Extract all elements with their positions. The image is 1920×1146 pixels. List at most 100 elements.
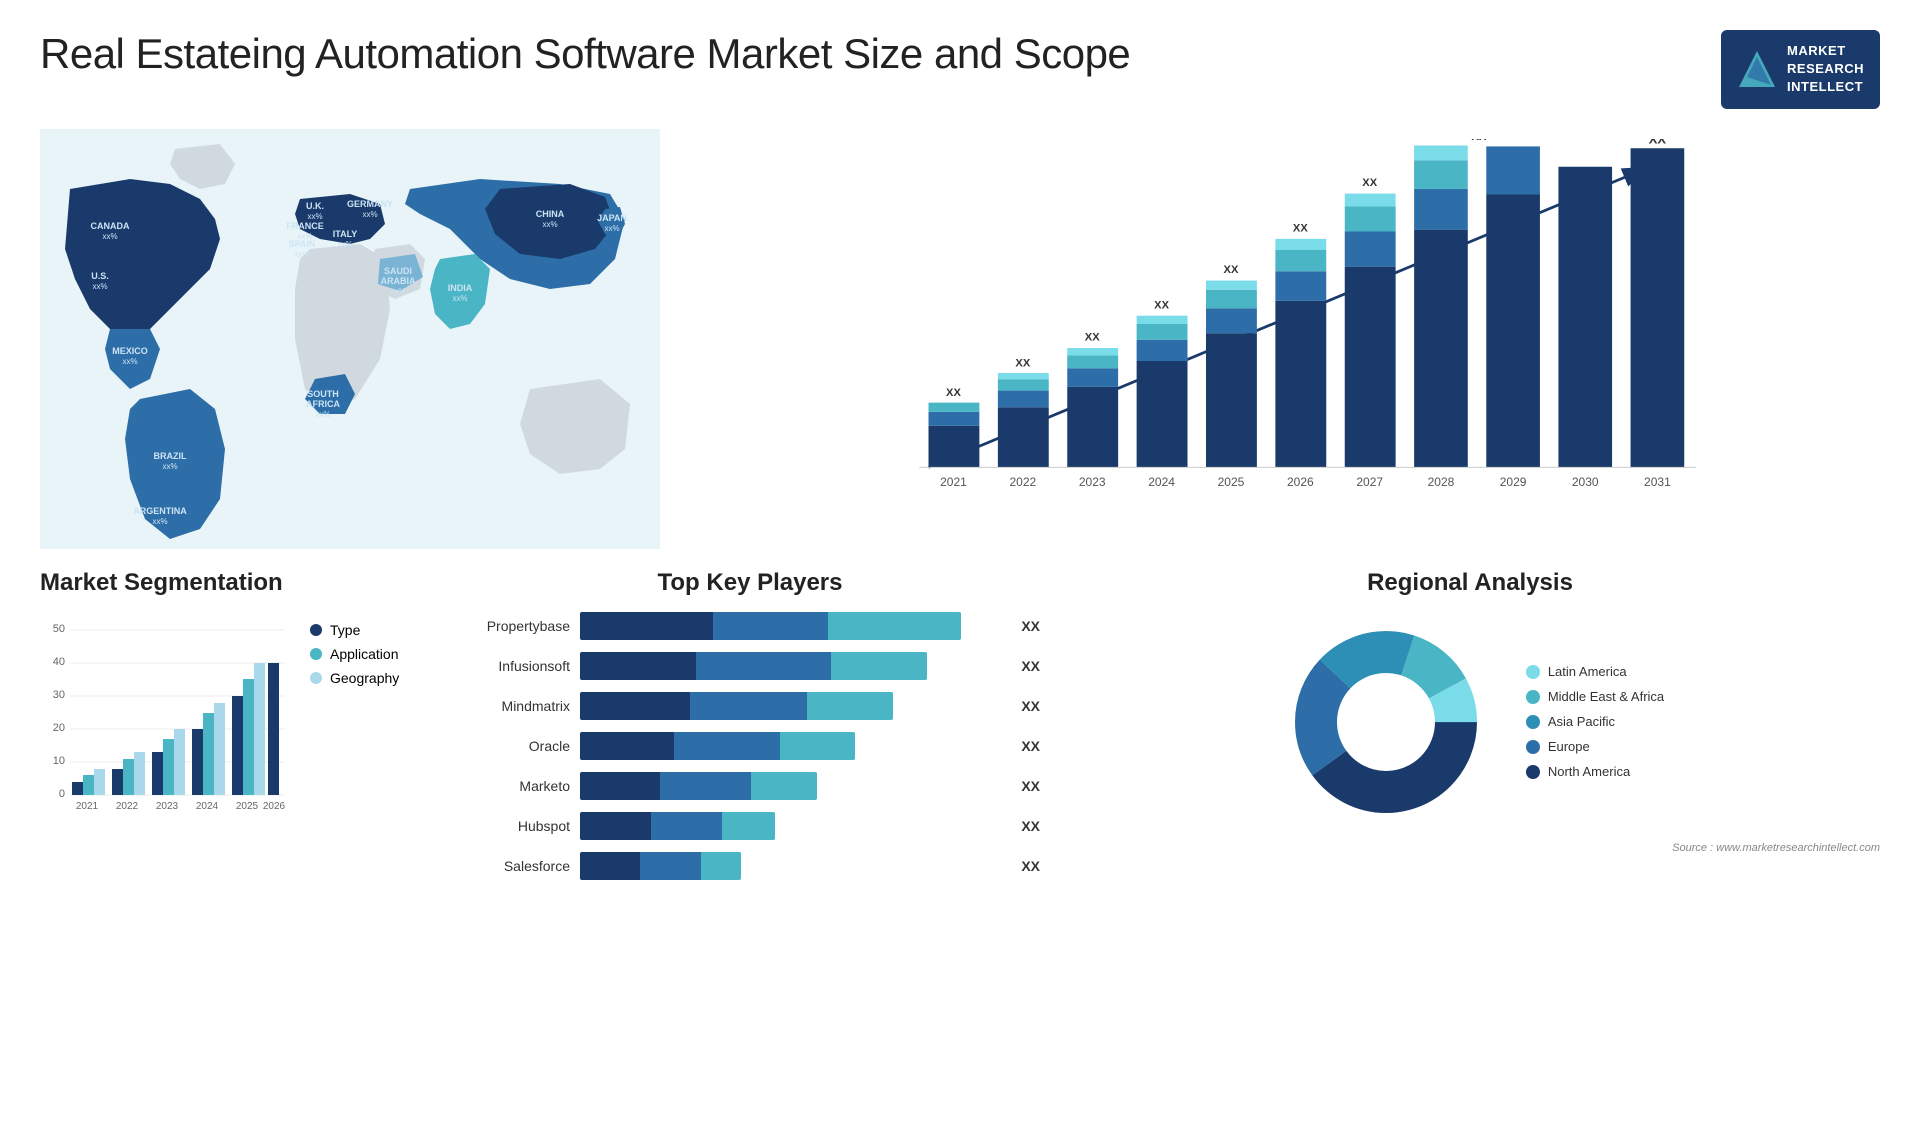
seg-legend-app: Application [310,646,399,662]
bar-2026-seg4 [1275,238,1326,249]
geo-dot [310,672,322,684]
seg-y50: 50 [53,623,65,635]
bar-seg2-salesforce [640,852,700,880]
southafrica-label2: AFRICA [306,399,340,409]
bar-2027-seg4 [1345,193,1396,206]
player-val-hubspot: XX [1021,818,1040,834]
latam-label: Latin America [1548,664,1627,679]
year-2024: 2024 [1148,474,1175,488]
segmentation-section: Market Segmentation 0 10 20 30 40 50 [40,569,440,1115]
player-name-marketo: Marketo [460,778,570,794]
year-2027: 2027 [1356,474,1383,488]
bar-seg3-marketo [751,772,817,800]
bar-seg2-propertybase [713,612,827,640]
donut-chart [1276,612,1496,832]
legend-asia: Asia Pacific [1526,714,1664,729]
seg-2024-app [203,713,214,795]
japan-pct: xx% [604,224,619,233]
asia-label: Asia Pacific [1548,714,1615,729]
seg-2022-app [123,759,134,795]
bar-2022-seg2 [998,390,1049,407]
asia-dot [1526,715,1540,729]
year-2029: 2029 [1500,474,1527,488]
bar-2026-seg1 [1275,300,1326,467]
bar-2024-seg1 [1137,361,1188,467]
bar-2022-seg4 [998,373,1049,379]
germany-pct: xx% [362,210,377,219]
regional-section: Regional Analysis [1060,569,1880,1115]
bar-seg3-salesforce [701,852,741,880]
type-label: Type [330,622,360,638]
bar-2021-seg1 [929,425,980,467]
bar-2029-seg1 [1486,194,1540,467]
seg-x-2026: 2026 [263,801,286,812]
bar-2021-seg2 [929,411,980,425]
seg-2025-type [232,696,243,795]
player-propertybase: Propertybase XX [460,612,1040,640]
val-2025: XX [1224,264,1239,276]
bar-2027-seg3 [1345,206,1396,231]
spain-label: SPAIN [289,239,316,249]
year-2031: 2031 [1644,474,1671,488]
seg-2023-type [152,752,163,795]
seg-y20: 20 [53,722,65,734]
player-val-oracle: XX [1021,738,1040,754]
main-grid: CANADA xx% U.S. xx% MEXICO xx% BRAZIL xx… [40,129,1880,1115]
player-val-infusionsoft: XX [1021,658,1040,674]
seg-2023-app [163,739,174,795]
bar-2031-seg1 [1631,148,1685,467]
val-2021: XX [946,387,961,399]
uk-pct: xx% [307,212,322,221]
spain-pct: xx% [294,250,309,259]
world-map: CANADA xx% U.S. xx% MEXICO xx% BRAZIL xx… [40,129,660,549]
bar-seg1-oracle [580,732,674,760]
players-title: Top Key Players [460,569,1040,597]
val-2023: XX [1085,331,1100,343]
seg-legend: Type Application Geography [310,622,399,686]
uk-label: U.K. [306,201,324,211]
player-name-salesforce: Salesforce [460,858,570,874]
saudi-label2: ARABIA [381,276,416,286]
bar-seg2-marketo [660,772,751,800]
player-val-salesforce: XX [1021,858,1040,874]
saudi-label: SAUDI [384,266,412,276]
year-2030: 2030 [1572,474,1599,488]
app-label: Application [330,646,399,662]
seg-x-2025: 2025 [236,801,259,812]
player-name-hubspot: Hubspot [460,818,570,834]
bar-2023-seg3 [1067,355,1118,368]
us-pct: xx% [92,282,107,291]
player-name-oracle: Oracle [460,738,570,754]
seg-2022-geo [134,752,145,795]
bar-2023-seg1 [1067,386,1118,466]
map-svg: CANADA xx% U.S. xx% MEXICO xx% BRAZIL xx… [40,129,660,549]
bar-seg1-infusionsoft [580,652,696,680]
player-bar-infusionsoft [580,652,1003,680]
bar-2027-seg2 [1345,231,1396,266]
seg-2025-geo [254,663,265,795]
italy-label: ITALY [333,229,358,239]
seg-2026-type [268,663,279,795]
main-bar-chart: 2021 XX 2022 XX 2023 XX [700,139,1860,509]
bar-seg1-mindmatrix [580,692,690,720]
year-2022: 2022 [1009,474,1036,488]
seg-x-2022: 2022 [116,801,139,812]
seg-2021-app [83,775,94,795]
southafrica-pct: xx% [315,410,330,419]
val-2028: XX [1471,139,1486,143]
brazil-label: BRAZIL [154,451,187,461]
china-label: CHINA [536,209,565,219]
mideast-label: Middle East & Africa [1548,689,1664,704]
player-val-marketo: XX [1021,778,1040,794]
latam-dot [1526,665,1540,679]
type-dot [310,624,322,636]
player-val-propertybase: XX [1021,618,1040,634]
legend-northamerica: North America [1526,764,1664,779]
italy-pct: xx% [337,240,352,249]
bar-2028-seg2 [1414,189,1468,230]
bar-seg2-mindmatrix [690,692,807,720]
player-infusionsoft: Infusionsoft XX [460,652,1040,680]
argentina-label: ARGENTINA [133,506,187,516]
us-label: U.S. [91,271,109,281]
player-marketo: Marketo XX [460,772,1040,800]
